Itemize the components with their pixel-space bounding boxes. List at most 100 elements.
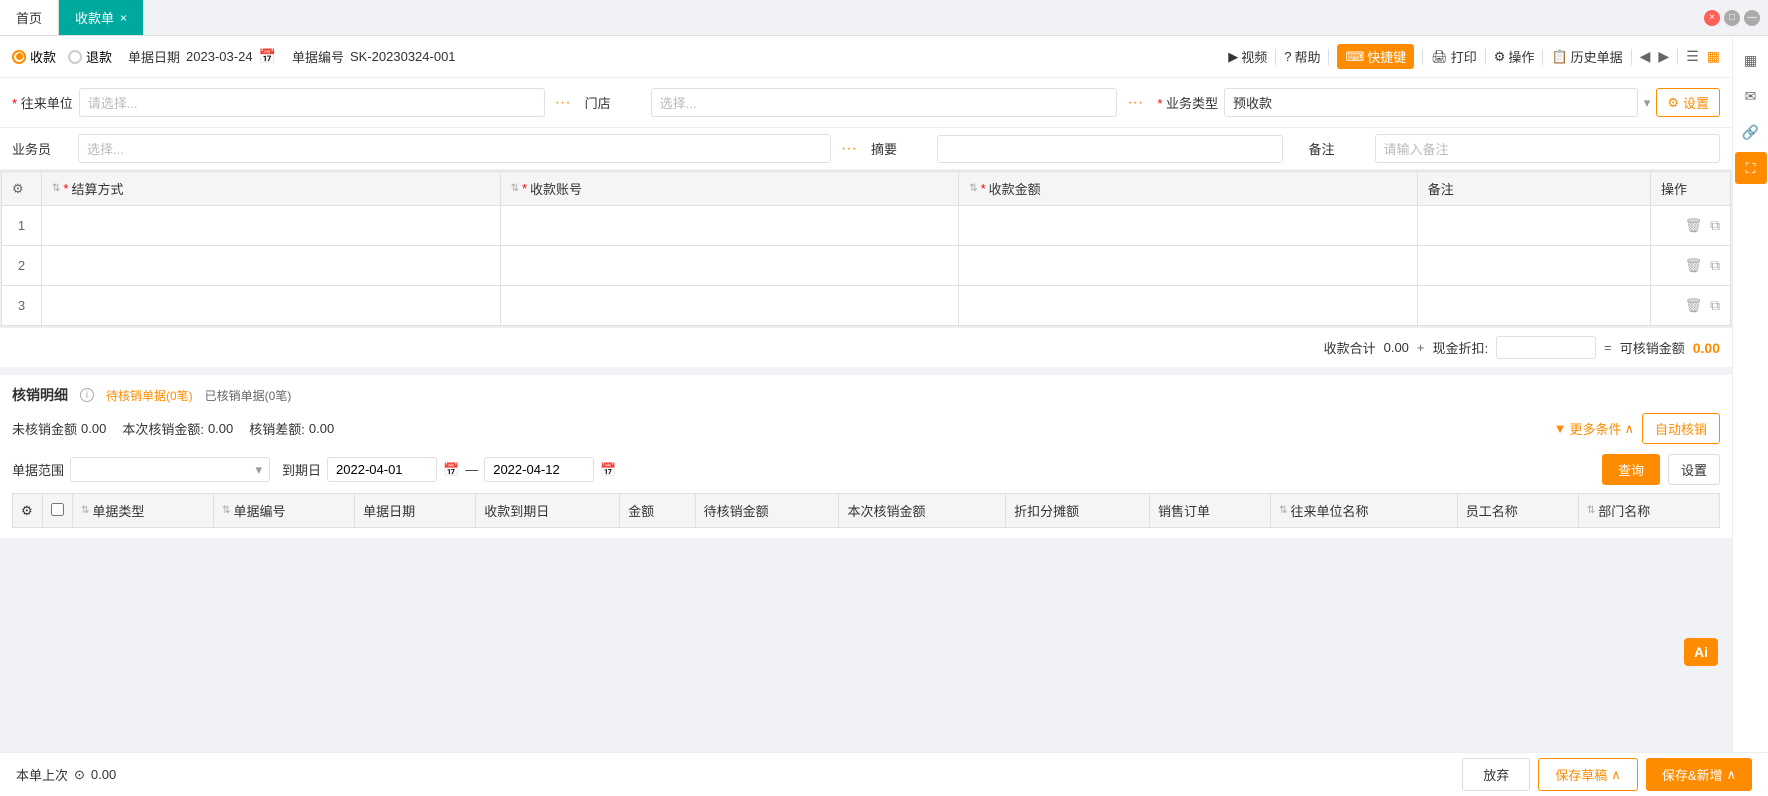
- calendar-icon[interactable]: 📅: [259, 48, 276, 65]
- help-link[interactable]: ? 帮助: [1284, 47, 1320, 66]
- radio-refund-label: 退款: [86, 47, 112, 66]
- row-1-settlement[interactable]: [42, 206, 501, 246]
- footer-info-icon[interactable]: ⊙: [74, 767, 85, 783]
- window-max-btn[interactable]: □: [1724, 10, 1740, 26]
- range-select-wrapper: [70, 457, 270, 482]
- th-pending-amount-label: 待核销金额: [704, 504, 769, 519]
- sort-doc-num[interactable]: ⇅: [222, 505, 230, 516]
- row-3-amount[interactable]: [959, 286, 1418, 326]
- row-3-copy-icon[interactable]: ⧉: [1710, 297, 1720, 313]
- row-3-delete-icon[interactable]: 🗑: [1685, 297, 1703, 313]
- sidebar-link-icon[interactable]: 🔗: [1735, 116, 1767, 148]
- sort-icon-2[interactable]: ⇅: [511, 183, 519, 194]
- date-to-input[interactable]: [484, 457, 594, 482]
- sidebar-expand-icon[interactable]: ⛶: [1735, 152, 1767, 184]
- history-link[interactable]: 📋 历史单据: [1551, 47, 1622, 66]
- prev-icon[interactable]: ◀: [1640, 48, 1651, 65]
- range-select[interactable]: [70, 457, 270, 482]
- shop-more-icon[interactable]: ···: [1123, 94, 1147, 112]
- row-num-3: 3: [2, 286, 42, 326]
- info-icon[interactable]: i: [80, 388, 94, 402]
- required-star2: *: [1157, 96, 1162, 111]
- th-current-amount: 本次核销金额: [839, 494, 1006, 528]
- tab-close-icon[interactable]: ×: [120, 11, 127, 25]
- more-conditions-link[interactable]: ▼ 更多条件 ∧: [1554, 419, 1634, 438]
- th-doc-type-label: 单据类型: [92, 501, 144, 520]
- shop-field: 门店 选择... ···: [585, 88, 1148, 117]
- row-1-ops: 🗑 ⧉: [1651, 206, 1731, 246]
- ai-badge[interactable]: Ai: [1684, 638, 1718, 666]
- select-all-checkbox[interactable]: [51, 503, 64, 516]
- divider-1: [1275, 49, 1276, 65]
- row-3-account[interactable]: [500, 286, 959, 326]
- video-link[interactable]: ▶ 视频: [1228, 47, 1267, 66]
- draft-button[interactable]: 保存草稿 ∧: [1538, 758, 1638, 791]
- row-2-delete-icon[interactable]: 🗑: [1685, 257, 1703, 273]
- sidebar-email-icon[interactable]: ✉: [1735, 80, 1767, 112]
- row-2-amount[interactable]: [959, 246, 1418, 286]
- row-3-settlement[interactable]: [42, 286, 501, 326]
- pending-tab[interactable]: 待核销单据(0笔): [106, 387, 193, 404]
- calendar-from-icon[interactable]: 📅: [443, 462, 459, 478]
- window-min-btn[interactable]: —: [1744, 10, 1760, 26]
- grid-icon[interactable]: ▦: [1707, 48, 1720, 65]
- tab-active[interactable]: 收款单 ×: [59, 0, 143, 35]
- staff-placeholder: 选择...: [87, 139, 124, 158]
- row-1-copy-icon[interactable]: ⧉: [1710, 217, 1720, 233]
- date-from-input[interactable]: [327, 457, 437, 482]
- calendar-to-icon[interactable]: 📅: [600, 462, 616, 478]
- staff-input[interactable]: 选择...: [78, 134, 831, 163]
- ops-link[interactable]: ⚙ 操作: [1494, 47, 1535, 66]
- sort-doc-type[interactable]: ⇅: [81, 505, 89, 516]
- business-type-input[interactable]: 预收款: [1224, 88, 1638, 117]
- sidebar-table-icon[interactable]: ▦: [1735, 44, 1767, 76]
- radio-refund-dot: [68, 50, 82, 64]
- row-2-remark[interactable]: [1417, 246, 1650, 286]
- row-1-delete-icon[interactable]: 🗑: [1685, 217, 1703, 233]
- next-icon[interactable]: ▶: [1658, 48, 1669, 65]
- row-2-settlement[interactable]: [42, 246, 501, 286]
- counterpart-more-icon[interactable]: ···: [551, 94, 575, 112]
- th-amount-col-label: 金额: [628, 504, 654, 519]
- remark-input[interactable]: 请输入备注: [1375, 134, 1721, 163]
- query-button[interactable]: 查询: [1602, 454, 1660, 485]
- dropdown-icon[interactable]: ▾: [1644, 95, 1651, 111]
- filter-row: 单据范围 到期日 📅 — 📅 查询: [12, 454, 1720, 485]
- tab-home[interactable]: 首页: [0, 0, 59, 35]
- th-due-date: 收款到期日: [476, 494, 620, 528]
- row-1-account[interactable]: [500, 206, 959, 246]
- gear-icon-2[interactable]: ⚙: [21, 503, 33, 518]
- print-link[interactable]: 🖨 打印: [1431, 47, 1477, 66]
- window-close-btn[interactable]: ×: [1704, 10, 1720, 26]
- radio-refund[interactable]: 退款: [68, 47, 112, 66]
- sort-icon-1[interactable]: ⇅: [52, 183, 60, 194]
- shop-input[interactable]: 选择...: [651, 88, 1118, 117]
- row-2-copy-icon[interactable]: ⧉: [1710, 257, 1720, 273]
- radio-collect-dot: [12, 50, 26, 64]
- row-2-account[interactable]: [500, 246, 959, 286]
- sort-partner[interactable]: ⇅: [1279, 505, 1287, 516]
- done-tab[interactable]: 已核销单据(0笔): [205, 387, 292, 404]
- filter-icon: ▼: [1554, 421, 1567, 436]
- filter-settings-btn[interactable]: 设置: [1668, 454, 1720, 485]
- shortcut-icon: ⌨: [1345, 49, 1364, 65]
- counterpart-input[interactable]: 请选择...: [79, 88, 545, 117]
- summary-row: 收款合计 0.00 + 现金折扣: = 可核销金额 0.00: [0, 327, 1732, 367]
- staff-more-icon[interactable]: ···: [837, 140, 861, 158]
- summary-input[interactable]: [937, 135, 1283, 163]
- shortcut-btn[interactable]: ⌨ 快捷键: [1337, 44, 1414, 69]
- radio-collect[interactable]: 收款: [12, 47, 56, 66]
- auto-nuclear-btn[interactable]: 自动核销: [1642, 413, 1720, 444]
- row-1-remark[interactable]: [1417, 206, 1650, 246]
- sort-icon-3[interactable]: ⇅: [969, 183, 977, 194]
- save-button[interactable]: 保存&新增 ∧: [1646, 758, 1752, 791]
- list-icon[interactable]: ☰: [1686, 48, 1699, 65]
- discount-input[interactable]: [1496, 336, 1596, 359]
- abandon-button[interactable]: 放弃: [1462, 758, 1530, 791]
- data-table: ⚙ ⇅ * 结算方式 ⇅: [1, 171, 1731, 326]
- sort-dept[interactable]: ⇅: [1587, 505, 1595, 516]
- row-1-amount[interactable]: [959, 206, 1418, 246]
- row-3-remark[interactable]: [1417, 286, 1650, 326]
- table-gear-icon[interactable]: ⚙: [12, 181, 24, 196]
- settings-button[interactable]: ⚙ 设置: [1656, 88, 1720, 117]
